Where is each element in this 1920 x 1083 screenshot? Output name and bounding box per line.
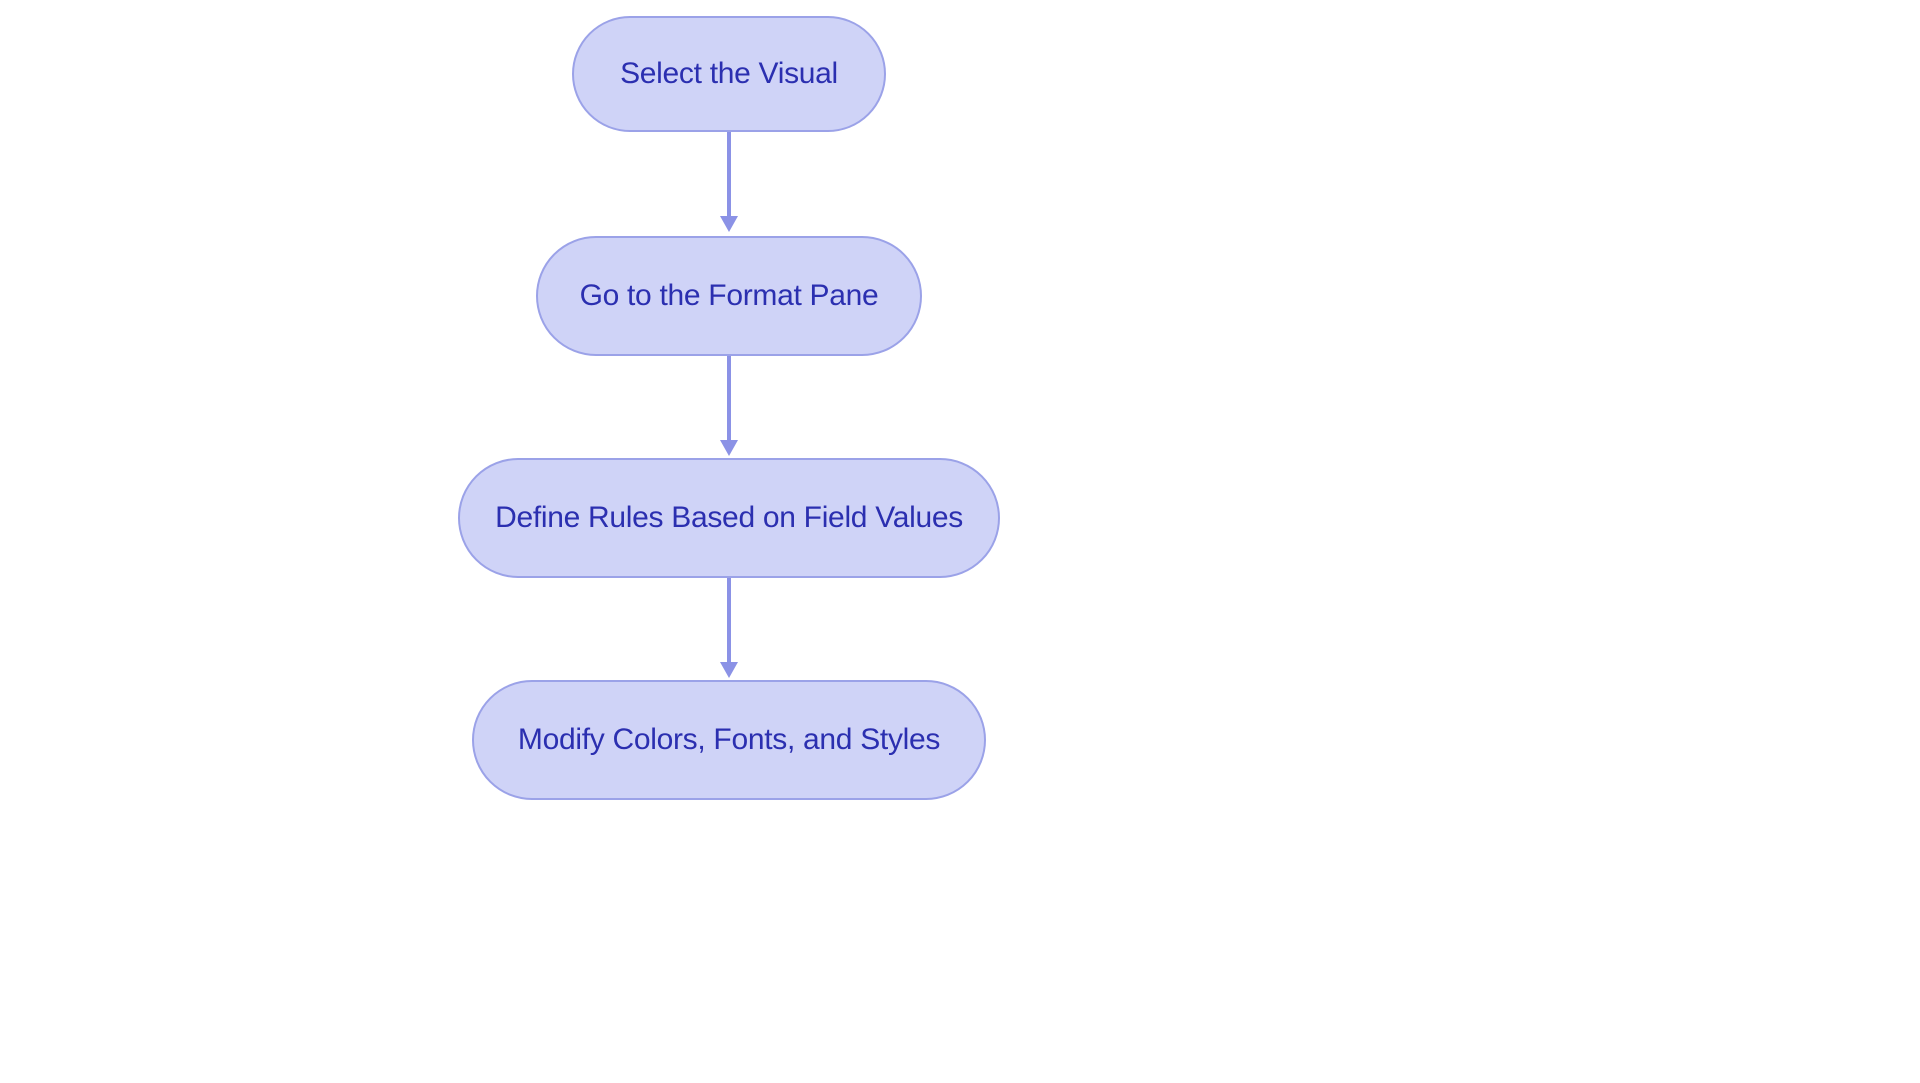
flow-node-label: Modify Colors, Fonts, and Styles xyxy=(518,723,940,757)
flow-node-step3: Define Rules Based on Field Values xyxy=(458,458,1000,578)
flow-node-step4: Modify Colors, Fonts, and Styles xyxy=(472,680,986,800)
flow-node-step2: Go to the Format Pane xyxy=(536,236,922,356)
flow-node-label: Go to the Format Pane xyxy=(580,279,879,313)
flow-arrow-3 xyxy=(716,578,742,682)
flow-node-step1: Select the Visual xyxy=(572,16,886,132)
flow-arrow-2 xyxy=(716,356,742,460)
flowchart-canvas: Select the Visual Go to the Format Pane … xyxy=(0,0,1920,1083)
flow-node-label: Select the Visual xyxy=(620,57,838,91)
flow-node-label: Define Rules Based on Field Values xyxy=(495,501,963,535)
flow-arrow-1 xyxy=(716,132,742,236)
